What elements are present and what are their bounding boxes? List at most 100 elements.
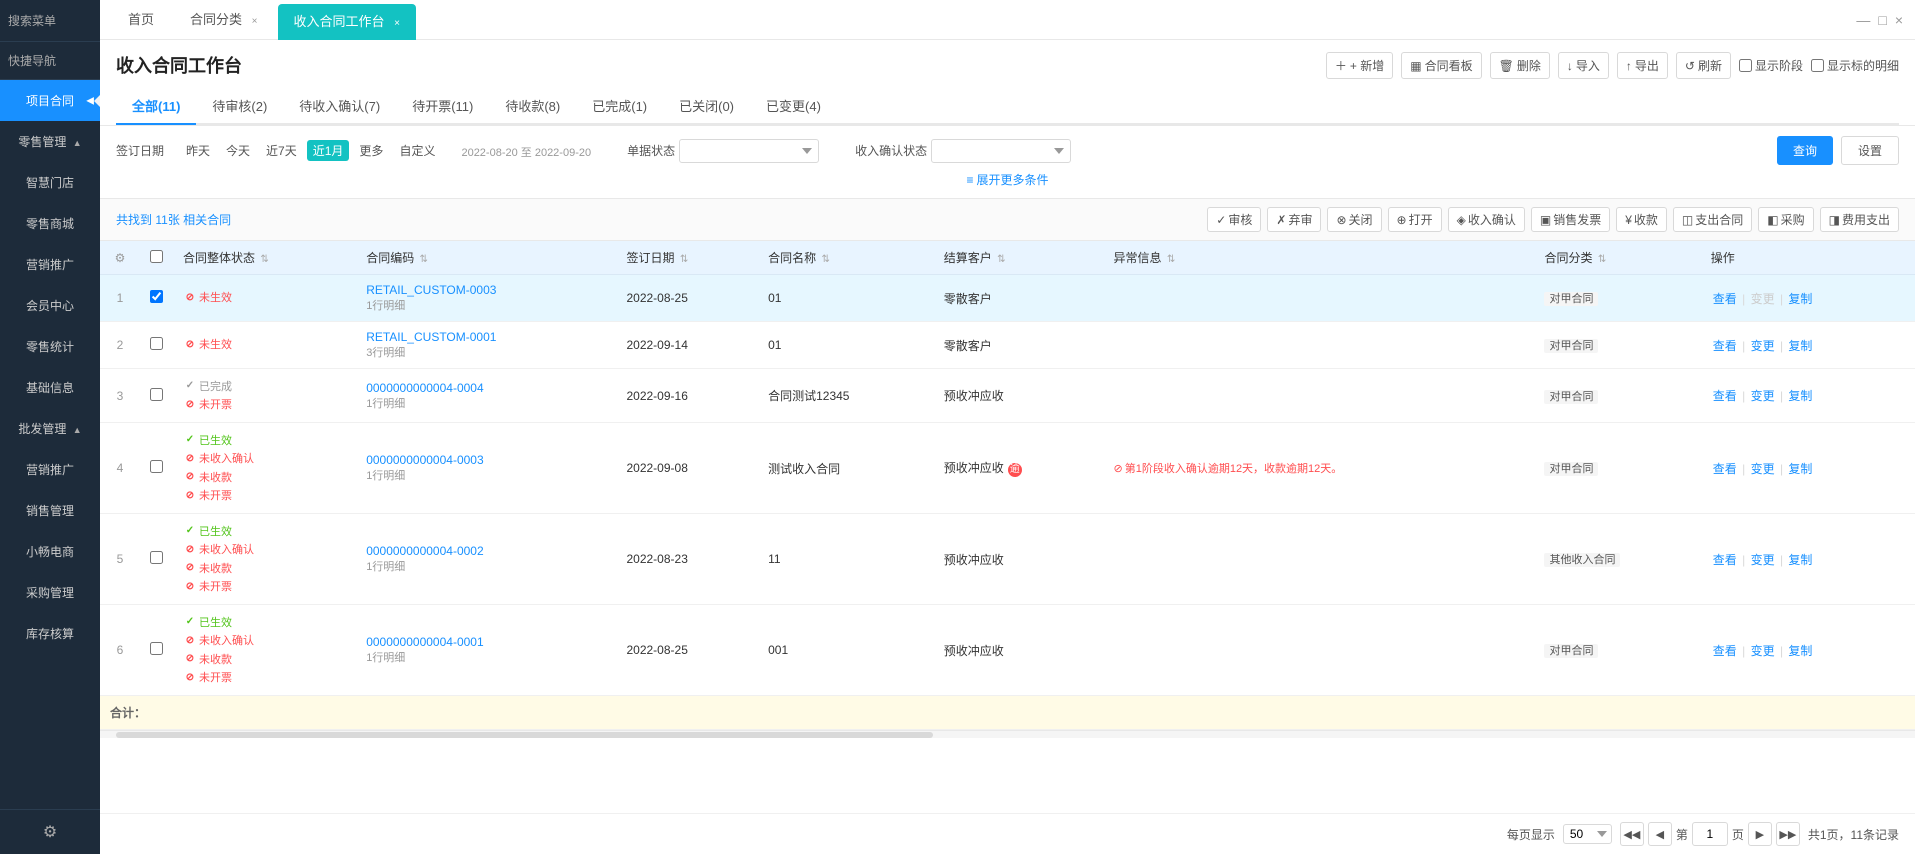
show-stages-input[interactable] [1739,59,1752,72]
select-all-checkbox[interactable] [150,250,163,263]
query-button[interactable]: 查询 [1777,136,1833,165]
horizontal-scrollbar[interactable] [116,732,933,738]
checkbox-cell[interactable] [140,423,173,514]
row-checkbox[interactable] [150,388,163,401]
sidebar-item-marketing[interactable]: 营销推广 [0,244,100,285]
date-opt-today[interactable]: 今天 [220,140,256,161]
date-opt-yesterday[interactable]: 昨天 [180,140,216,161]
sidebar-search[interactable]: 搜索菜单 [0,0,100,42]
page-size-select[interactable]: 50 10 20 100 [1563,824,1612,844]
filter-tab-closed[interactable]: 已关闭(0) [663,88,750,125]
sidebar-item-retail-stats[interactable]: 零售统计 [0,326,100,367]
op-查看-btn[interactable]: 查看 [1711,339,1739,353]
contract-board-button[interactable]: ▦ 合同看板 [1401,52,1481,79]
op-查看-btn[interactable]: 查看 [1711,462,1739,476]
op-变更-btn[interactable]: 变更 [1749,389,1777,403]
op-复制-btn[interactable]: 复制 [1786,553,1814,567]
filter-tab-pending-confirm[interactable]: 待收入确认(7) [283,88,396,125]
income-confirm-select[interactable] [931,139,1071,163]
sidebar-item-inventory[interactable]: 库存核算 [0,613,100,654]
date-opt-custom[interactable]: 自定义 [393,140,441,161]
page-number-input[interactable] [1692,822,1728,846]
window-minimize-btn[interactable]: — [1856,12,1870,28]
next-page-btn[interactable]: ▶ [1748,822,1772,846]
sidebar-item-sales-promo[interactable]: 营销推广 [0,449,100,490]
sidebar-item-sales-mgmt[interactable]: 销售管理 [0,490,100,531]
delete-button[interactable]: 🗑 删除 [1490,52,1550,79]
contract-code-link[interactable]: RETAIL_CUSTOM-0003 [366,283,496,297]
op-查看-btn[interactable]: 查看 [1711,389,1739,403]
checkbox-cell[interactable] [140,322,173,369]
row-checkbox[interactable] [150,290,163,303]
sidebar-item-ecommerce[interactable]: 小畅电商 [0,531,100,572]
settings-button[interactable]: 设置 [1841,136,1899,165]
first-page-btn[interactable]: ◀◀ [1620,822,1644,846]
show-breakdown-input[interactable] [1811,59,1824,72]
contract-code-link[interactable]: RETAIL_CUSTOM-0001 [366,330,496,344]
prev-page-btn[interactable]: ◀ [1648,822,1672,846]
sidebar-item-smart-store[interactable]: 智慧门店 [0,162,100,203]
expand-more-conditions[interactable]: ≡ 展开更多条件 [966,171,1048,188]
tab-income-workbench[interactable]: 收入合同工作台 × [278,4,416,40]
checkbox-cell[interactable] [140,605,173,696]
tab-contract-category[interactable]: 合同分类 × [174,0,273,40]
row-checkbox[interactable] [150,551,163,564]
sidebar-settings[interactable]: ⚙ [0,809,100,854]
filter-tab-completed[interactable]: 已完成(1) [576,88,663,125]
audit-button[interactable]: ✓ 审核 [1207,207,1261,232]
op-复制-btn[interactable]: 复制 [1786,462,1814,476]
date-opt-more[interactable]: 更多 [353,140,389,161]
close-button[interactable]: ⊗ 关闭 [1327,207,1381,232]
op-复制-btn[interactable]: 复制 [1786,292,1814,306]
op-变更-btn[interactable]: 变更 [1749,462,1777,476]
op-变更-btn[interactable]: 变更 [1749,644,1777,658]
contract-code-link[interactable]: 0000000000004-0003 [366,453,483,467]
sidebar-item-member[interactable]: 会员中心 [0,285,100,326]
show-breakdown-checkbox[interactable]: 显示标的明细 [1811,57,1899,74]
op-变更-btn[interactable]: 变更 [1749,553,1777,567]
checkbox-cell[interactable] [140,369,173,423]
filter-tab-changed[interactable]: 已变更(4) [750,88,837,125]
open-button[interactable]: ⊕ 打开 [1388,207,1442,232]
filter-tab-all[interactable]: 全部(11) [116,88,196,125]
add-button[interactable]: ＋ + 新增 [1326,52,1393,79]
window-close-btn[interactable]: × [1895,12,1903,28]
row-checkbox[interactable] [150,460,163,473]
checkbox-cell[interactable] [140,275,173,322]
op-复制-btn[interactable]: 复制 [1786,644,1814,658]
filter-tab-pending-invoice[interactable]: 待开票(11) [396,88,489,125]
row-checkbox[interactable] [150,337,163,350]
checkbox-cell[interactable] [140,514,173,605]
tab-close-income-workbench[interactable]: × [394,18,400,29]
tab-close-contract-category[interactable]: × [252,16,258,27]
payment-button[interactable]: ¥ 收款 [1616,207,1667,232]
filter-tab-pending-payment[interactable]: 待收款(8) [489,88,576,125]
show-stages-checkbox[interactable]: 显示阶段 [1739,57,1803,74]
contract-code-link[interactable]: 0000000000004-0001 [366,635,483,649]
sidebar-item-retail-mall[interactable]: 零售商城 [0,203,100,244]
row-checkbox[interactable] [150,642,163,655]
expense-contract-button[interactable]: ◫ 支出合同 [1673,207,1752,232]
date-opt-7days[interactable]: 近7天 [260,140,303,161]
op-查看-btn[interactable]: 查看 [1711,292,1739,306]
export-button[interactable]: ↑ 导出 [1617,52,1668,79]
income-confirm-button[interactable]: ◈ 收入确认 [1448,207,1525,232]
sidebar-item-retail-mgmt[interactable]: 零售管理 ▲ [0,121,100,162]
op-查看-btn[interactable]: 查看 [1711,644,1739,658]
abandon-audit-button[interactable]: ✗ 弃审 [1267,207,1321,232]
import-button[interactable]: ↓ 导入 [1558,52,1609,79]
col-settings[interactable]: ⚙ [100,241,140,275]
doc-status-select[interactable] [679,139,819,163]
sidebar-nav[interactable]: 快捷导航 [0,42,100,80]
expense-out-button[interactable]: ◨ 费用支出 [1820,207,1899,232]
op-复制-btn[interactable]: 复制 [1786,389,1814,403]
last-page-btn[interactable]: ▶▶ [1776,822,1800,846]
purchase-button[interactable]: ◧ 采购 [1758,207,1813,232]
col-checkbox[interactable] [140,241,173,275]
op-变更-btn[interactable]: 变更 [1749,292,1777,306]
refresh-button[interactable]: ↺ 刷新 [1676,52,1731,79]
sidebar-item-project[interactable]: 项目合同 ◀ [0,80,100,121]
op-复制-btn[interactable]: 复制 [1786,339,1814,353]
date-opt-1month[interactable]: 近1月 [307,140,350,161]
tab-home[interactable]: 首页 [112,0,170,40]
